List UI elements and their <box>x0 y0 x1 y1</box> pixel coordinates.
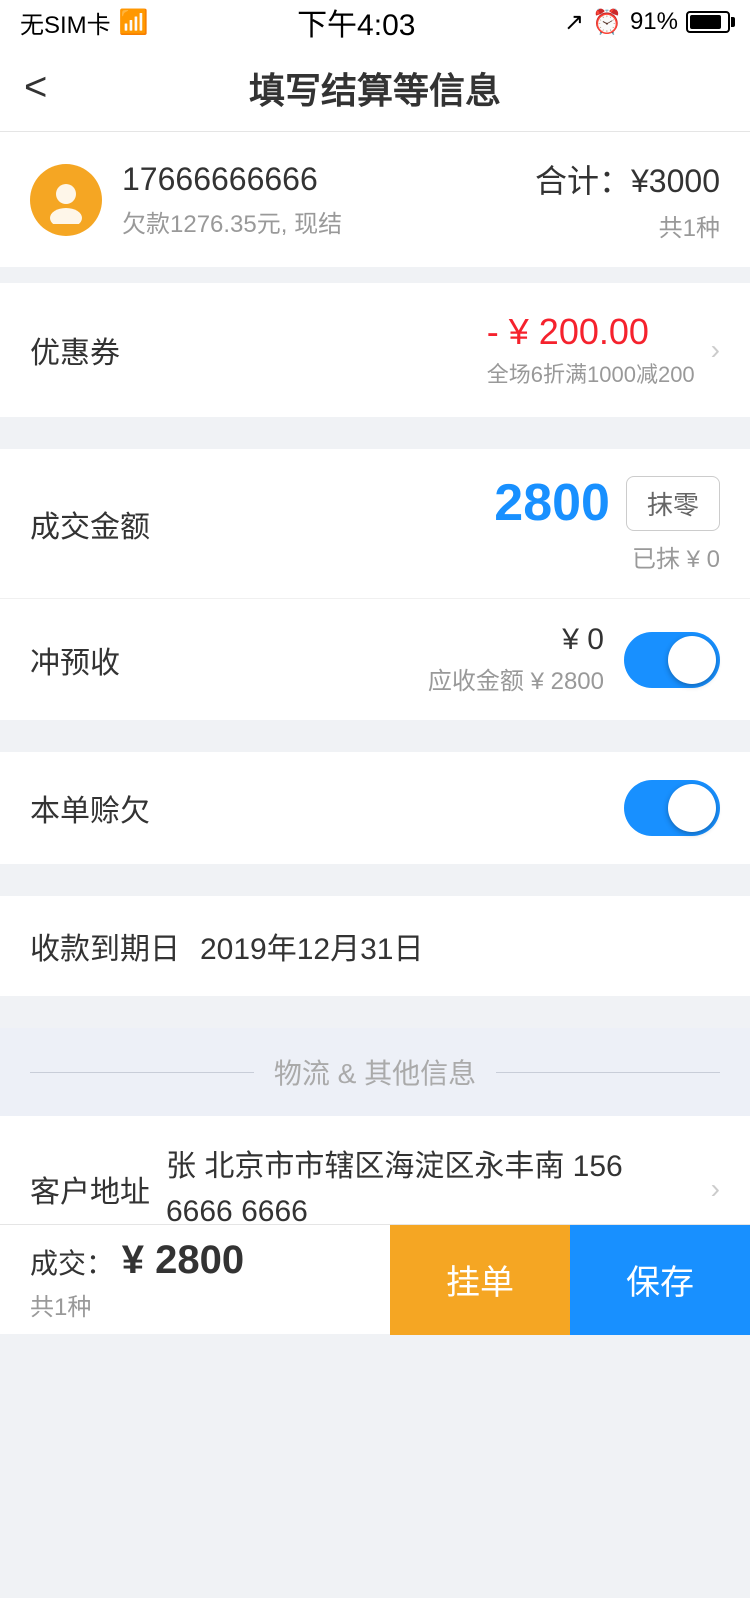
coupon-amount: - ¥ 200.00 <box>487 311 695 353</box>
debt-row: 本单赊欠 <box>0 752 750 864</box>
coupon-info: - ¥ 200.00 全场6折满1000减200 <box>487 311 695 389</box>
due-date-section: 收款到期日 2019年12月31日 <box>0 896 750 996</box>
amount-value: 2800 <box>494 473 610 533</box>
amount-row: 成交金额 2800 抹零 已抹 ¥ 0 <box>0 449 750 598</box>
customer-right: 合计：¥3000 共1种 <box>535 156 720 243</box>
status-time: 下午4:03 <box>297 0 415 44</box>
section-divider-1 <box>0 433 750 449</box>
debt-section: 本单赊欠 <box>0 752 750 864</box>
bottom-deal-label: 成交： <box>30 1248 114 1279</box>
bottom-summary: 成交： ¥ 2800 共1种 <box>0 1238 390 1322</box>
logistics-line-right <box>496 1072 720 1073</box>
wifi-icon: 📶 <box>119 8 149 37</box>
eraze-button[interactable]: 抹零 <box>626 476 720 531</box>
customer-phone: 17666666666 <box>122 161 342 198</box>
address-chevron-icon: › <box>711 1173 720 1205</box>
due-date-value: 2019年12月31日 <box>200 924 423 968</box>
chevron-right-icon: › <box>711 334 720 366</box>
amount-main: 2800 抹零 <box>494 473 720 533</box>
content: 17666666666 欠款1276.35元, 现结 合计：¥3000 共1种 … <box>0 132 750 1598</box>
alarm-icon: ⏰ <box>592 8 622 37</box>
transaction-section: 成交金额 2800 抹零 已抹 ¥ 0 冲预收 ¥ 0 应收金额 ¥ 2800 <box>0 449 750 720</box>
coupon-section: 优惠券 - ¥ 200.00 全场6折满1000减200 › <box>0 283 750 417</box>
status-right: ↗ ⏰ 91% <box>564 8 730 37</box>
section-divider-4 <box>0 1012 750 1028</box>
carrier-label: 无SIM卡 <box>20 5 111 40</box>
customer-card: 17666666666 欠款1276.35元, 现结 合计：¥3000 共1种 <box>0 132 750 267</box>
logistics-header: 物流 & 其他信息 <box>0 1028 750 1116</box>
page-title: 填写结算等信息 <box>249 62 501 114</box>
coupon-row[interactable]: 优惠券 - ¥ 200.00 全场6折满1000减200 › <box>0 283 750 417</box>
logistics-line-left <box>30 1072 254 1073</box>
prepay-right: ¥ 0 应收金额 ¥ 2800 <box>428 623 720 696</box>
save-button[interactable]: 保存 <box>570 1225 750 1335</box>
toggle-knob <box>668 636 716 684</box>
customer-debt: 欠款1276.35元, 现结 <box>122 204 342 239</box>
coupon-label: 优惠券 <box>30 328 120 372</box>
due-date-row: 收款到期日 2019年12月31日 <box>0 896 750 996</box>
customer-info: 17666666666 欠款1276.35元, 现结 <box>122 161 342 239</box>
debt-label: 本单赊欠 <box>30 786 150 830</box>
prepay-values: ¥ 0 应收金额 ¥ 2800 <box>428 623 604 696</box>
bottom-bar: 成交： ¥ 2800 共1种 挂单 保存 <box>0 1224 750 1334</box>
prepay-toggle[interactable] <box>624 632 720 688</box>
logistics-title: 物流 & 其他信息 <box>274 1052 476 1092</box>
prepay-label: 冲预收 <box>30 638 120 682</box>
debt-toggle[interactable] <box>624 780 720 836</box>
section-divider-3 <box>0 880 750 896</box>
avatar <box>30 164 102 236</box>
customer-left: 17666666666 欠款1276.35元, 现结 <box>30 161 342 239</box>
amount-label: 成交金额 <box>30 502 150 546</box>
back-button[interactable]: < <box>24 65 47 110</box>
battery-icon <box>686 11 730 33</box>
status-left: 无SIM卡 📶 <box>20 5 149 40</box>
location-icon: ↗ <box>564 8 584 37</box>
coupon-desc: 全场6折满1000减200 <box>487 357 695 389</box>
section-divider-2 <box>0 736 750 752</box>
coupon-value-right: - ¥ 200.00 全场6折满1000减200 › <box>487 311 720 389</box>
due-date-label: 收款到期日 <box>30 924 180 968</box>
status-bar: 无SIM卡 📶 下午4:03 ↗ ⏰ 91% <box>0 0 750 44</box>
address-label: 客户地址 <box>30 1167 150 1211</box>
battery-fill <box>690 15 721 29</box>
customer-count: 共1种 <box>535 208 720 243</box>
prepay-receivable: 应收金额 ¥ 2800 <box>428 661 604 696</box>
amount-right: 2800 抹零 已抹 ¥ 0 <box>494 473 720 574</box>
address-value: 张 北京市市辖区海淀区永丰南 156 6666 6666 <box>166 1144 695 1234</box>
bottom-count: 共1种 <box>30 1287 360 1322</box>
bottom-deal-row: 成交： ¥ 2800 <box>30 1238 360 1283</box>
battery-percent: 91% <box>630 8 678 36</box>
prepay-row: 冲预收 ¥ 0 应收金额 ¥ 2800 <box>0 598 750 720</box>
nav-bar: < 填写结算等信息 <box>0 44 750 132</box>
customer-total: 合计：¥3000 <box>535 156 720 202</box>
prepay-amount: ¥ 0 <box>428 623 604 657</box>
bottom-deal-amount: ¥ 2800 <box>122 1238 244 1282</box>
pending-button[interactable]: 挂单 <box>390 1225 570 1335</box>
debt-toggle-knob <box>668 784 716 832</box>
amount-sub: 已抹 ¥ 0 <box>632 539 720 574</box>
